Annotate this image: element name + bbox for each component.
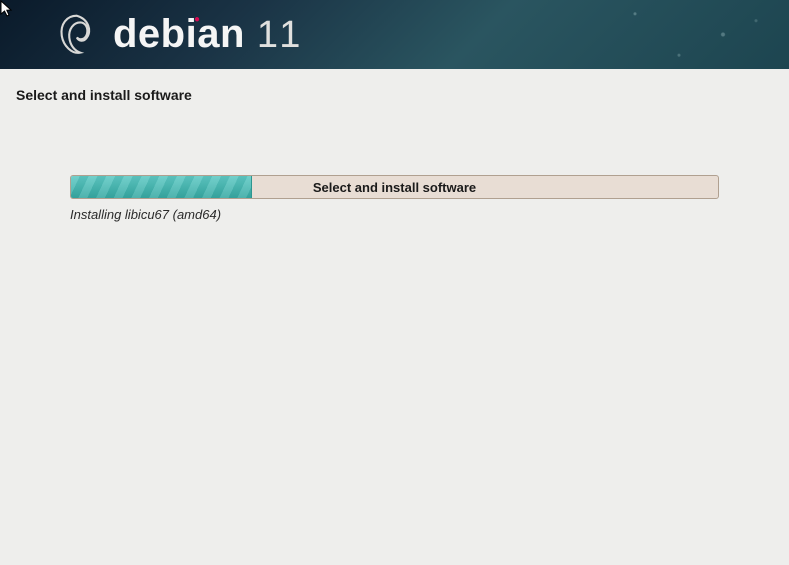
brand-name-text: debian <box>113 12 245 57</box>
progress-label: Select and install software <box>313 180 476 195</box>
brand-version: 11 <box>257 14 304 57</box>
debian-logo-icon <box>55 9 97 61</box>
step-title: Select and install software <box>16 87 773 103</box>
progress-bar: Select and install software <box>70 175 719 199</box>
progress-bar-fill <box>71 176 252 198</box>
cursor-icon <box>0 0 14 18</box>
installer-content: Select and install software Select and i… <box>0 69 789 240</box>
installer-header: debian ● 11 <box>0 0 789 69</box>
status-text: Installing libicu67 (amd64) <box>70 207 719 222</box>
progress-area: Select and install software Installing l… <box>16 175 773 222</box>
brand-name: debian ● 11 <box>113 12 304 57</box>
